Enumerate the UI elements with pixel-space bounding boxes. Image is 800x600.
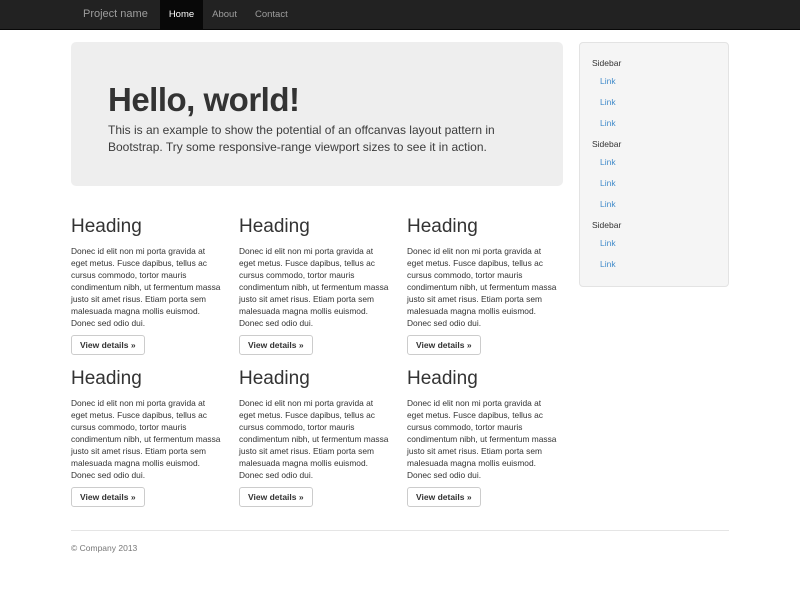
nav-item-about[interactable]: About: [203, 0, 246, 29]
card-heading: Heading: [71, 216, 222, 238]
card-heading: Heading: [407, 216, 558, 238]
card-heading: Heading: [239, 368, 390, 390]
view-details-button[interactable]: View details »: [239, 487, 313, 507]
jumbotron-lead: This is an example to show the potential…: [108, 122, 526, 155]
card-body-text: Donec id elit non mi porta gravida at eg…: [71, 397, 222, 481]
view-details-button[interactable]: View details »: [407, 335, 481, 355]
main-container: Hello, world! This is an example to show…: [71, 42, 729, 593]
view-details-button[interactable]: View details »: [71, 487, 145, 507]
card-body-text: Donec id elit non mi porta gravida at eg…: [407, 397, 558, 481]
sidebar-link[interactable]: Link: [580, 253, 728, 274]
nav-item-contact[interactable]: Contact: [246, 0, 297, 29]
copyright-text: © Company 2013: [71, 543, 729, 553]
sidebar-link[interactable]: Link: [580, 70, 728, 91]
sidebar-link[interactable]: Link: [580, 232, 728, 253]
card-body-text: Donec id elit non mi porta gravida at eg…: [407, 245, 558, 329]
sidebar-link[interactable]: Link: [580, 91, 728, 112]
jumbotron: Hello, world! This is an example to show…: [71, 42, 563, 186]
card-heading: Heading: [71, 368, 222, 390]
card: Heading Donec id elit non mi porta gravi…: [239, 368, 390, 507]
navbar-menu: Home About Contact: [160, 0, 297, 29]
sidebar-group-label: Sidebar: [580, 52, 728, 70]
card-heading: Heading: [407, 368, 558, 390]
navbar-brand[interactable]: Project name: [71, 0, 160, 29]
footer: © Company 2013: [71, 530, 729, 593]
card: Heading Donec id elit non mi porta gravi…: [407, 216, 558, 355]
sidebar-link[interactable]: Link: [580, 112, 728, 133]
card-heading: Heading: [239, 216, 390, 238]
sidebar-link[interactable]: Link: [580, 193, 728, 214]
sidebar-link[interactable]: Link: [580, 172, 728, 193]
sidebar-well: Sidebar Link Link Link Sidebar Link Link…: [579, 42, 729, 287]
view-details-button[interactable]: View details »: [407, 487, 481, 507]
view-details-button[interactable]: View details »: [71, 335, 145, 355]
main-column: Hello, world! This is an example to show…: [71, 42, 563, 520]
jumbotron-title: Hello, world!: [108, 82, 526, 118]
card: Heading Donec id elit non mi porta gravi…: [71, 368, 222, 507]
card: Heading Donec id elit non mi porta gravi…: [407, 368, 558, 507]
card-body-text: Donec id elit non mi porta gravida at eg…: [239, 245, 390, 329]
card: Heading Donec id elit non mi porta gravi…: [71, 216, 222, 355]
page: Project name Home About Contact Hello, w…: [0, 0, 800, 600]
cards-row-1: Heading Donec id elit non mi porta gravi…: [71, 216, 563, 355]
content-row: Hello, world! This is an example to show…: [71, 42, 729, 520]
nav-item-home[interactable]: Home: [160, 0, 203, 29]
sidebar-group-label: Sidebar: [580, 214, 728, 232]
card: Heading Donec id elit non mi porta gravi…: [239, 216, 390, 355]
navbar: Project name Home About Contact: [0, 0, 800, 30]
navbar-inner: Project name Home About Contact: [71, 0, 729, 29]
sidebar-column: Sidebar Link Link Link Sidebar Link Link…: [579, 42, 729, 520]
view-details-button[interactable]: View details »: [239, 335, 313, 355]
sidebar-link[interactable]: Link: [580, 151, 728, 172]
sidebar-group-label: Sidebar: [580, 133, 728, 151]
card-body-text: Donec id elit non mi porta gravida at eg…: [239, 397, 390, 481]
cards-row-2: Heading Donec id elit non mi porta gravi…: [71, 368, 563, 507]
card-body-text: Donec id elit non mi porta gravida at eg…: [71, 245, 222, 329]
